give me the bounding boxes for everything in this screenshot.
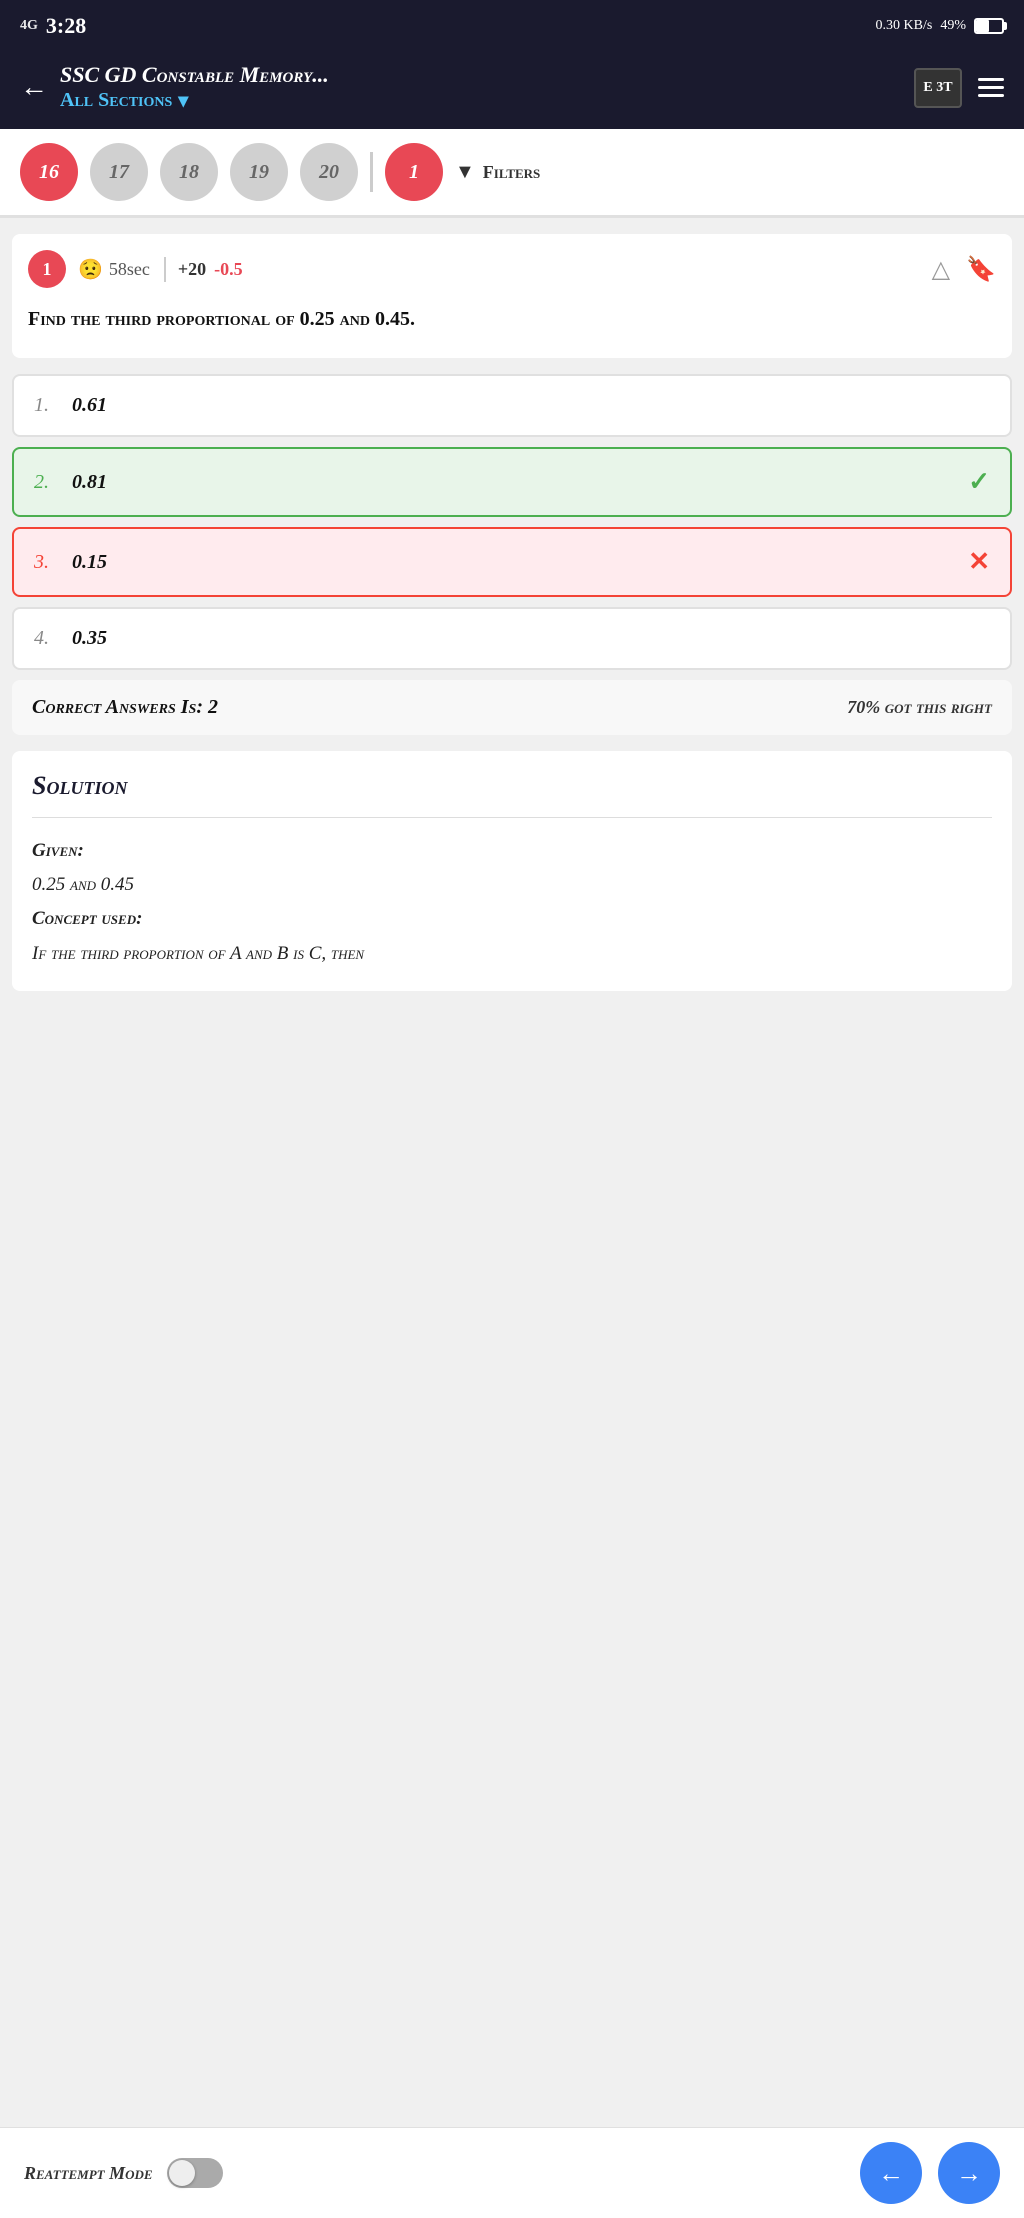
q-pill-18[interactable]: 18 — [160, 143, 218, 201]
option-4-number: 4. — [34, 627, 58, 650]
solution-divider — [32, 817, 992, 818]
option-3[interactable]: 3. 0.15 ✕ — [12, 527, 1012, 597]
question-meta: 1 😟 58sec +20 -0.5 △ 🔖 — [28, 250, 996, 288]
alert-icon[interactable]: △ — [932, 255, 950, 284]
status-left: 4G 3:28 — [20, 13, 86, 39]
question-nav: 16 17 18 19 20 1 ▼ Filters — [0, 129, 1024, 218]
result-summary: Correct Answers Is: 2 70% got this right — [12, 680, 1012, 735]
question-card: 1 😟 58sec +20 -0.5 △ 🔖 Find the third pr… — [12, 234, 1012, 358]
toggle-knob — [169, 2160, 195, 2186]
nav-buttons: ← → — [860, 2142, 1000, 2204]
option-4[interactable]: 4. 0.35 — [12, 607, 1012, 670]
given-text: 0.25 and 0.45 — [32, 874, 134, 895]
nav-left: ← SSC GD Constable Memory... All Section… — [20, 62, 329, 113]
wrong-cross-icon: ✕ — [968, 547, 990, 577]
given-value: 0.25 and 0.45 — [32, 868, 992, 902]
concept-text-line: If the third proportion of A and B is C,… — [32, 937, 992, 971]
option-3-number: 3. — [34, 551, 58, 574]
score-minus: -0.5 — [214, 259, 243, 280]
option-1-left: 1. 0.61 — [34, 394, 107, 417]
network-speed: 0.30 KB/s — [876, 18, 933, 34]
option-1-number: 1. — [34, 394, 58, 417]
timer-area: 😟 58sec — [78, 257, 166, 282]
score-plus: +20 — [178, 259, 206, 280]
status-right: 0.30 KB/s 49% — [876, 18, 1004, 34]
q-pill-20[interactable]: 20 — [300, 143, 358, 201]
section-label: All Sections — [60, 89, 172, 112]
filter-icon: ▼ — [455, 161, 475, 184]
hamburger-menu[interactable] — [978, 78, 1004, 97]
correct-answer-label: Correct Answers Is: 2 — [32, 696, 218, 719]
filter-label: Filters — [483, 162, 541, 183]
bottom-bar: Reattempt Mode ← → — [0, 2127, 1024, 2218]
option-2[interactable]: 2. 0.81 ✓ — [12, 447, 1012, 517]
q-pill-19[interactable]: 19 — [230, 143, 288, 201]
solution-body: Given: 0.25 and 0.45 Concept used: If th… — [32, 834, 992, 971]
top-nav: ← SSC GD Constable Memory... All Section… — [0, 52, 1024, 129]
options-container: 1. 0.61 2. 0.81 ✓ 3. 0.15 ✕ 4. 0.35 — [12, 374, 1012, 670]
next-question-button[interactable]: → — [938, 2142, 1000, 2204]
score-area: +20 -0.5 — [178, 259, 243, 280]
timer-icon: 😟 — [78, 257, 103, 282]
q-pill-17[interactable]: 17 — [90, 143, 148, 201]
battery-percentage: 49% — [940, 18, 966, 34]
reattempt-area: Reattempt Mode — [24, 2158, 223, 2188]
given-label: Given: — [32, 840, 84, 861]
solution-title: Solution — [32, 771, 992, 801]
nav-subtitle-dropdown[interactable]: All Sections ▾ — [60, 88, 329, 113]
question-text: Find the third proportional of 0.25 and … — [28, 304, 996, 334]
signal-indicator: 4G — [20, 18, 38, 34]
status-bar: 4G 3:28 0.30 KB/s 49% — [0, 0, 1024, 52]
option-1[interactable]: 1. 0.61 — [12, 374, 1012, 437]
status-time: 3:28 — [46, 13, 86, 39]
back-button[interactable]: ← — [20, 72, 48, 104]
concept-line: Concept used: — [32, 902, 992, 936]
option-3-value: 0.15 — [72, 551, 107, 574]
percentage-right: 70% got this right — [847, 697, 992, 718]
option-4-left: 4. 0.35 — [34, 627, 107, 650]
q-pill-16[interactable]: 16 — [20, 143, 78, 201]
option-3-left: 3. 0.15 — [34, 551, 107, 574]
dropdown-arrow-icon: ▾ — [178, 88, 188, 113]
given-line: Given: — [32, 834, 992, 868]
filter-button[interactable]: ▼ Filters — [455, 161, 540, 184]
option-1-value: 0.61 — [72, 394, 107, 417]
nav-divider — [370, 152, 373, 192]
nav-right: E 3T — [914, 68, 1004, 108]
nav-title-area: SSC GD Constable Memory... All Sections … — [60, 62, 329, 113]
correct-checkmark-icon: ✓ — [968, 467, 990, 497]
reattempt-label: Reattempt Mode — [24, 2163, 153, 2184]
timer-value: 58sec — [109, 259, 150, 280]
concept-text: If the third proportion of A and B is C,… — [32, 943, 364, 964]
reattempt-toggle[interactable] — [167, 2158, 223, 2188]
bookmark-icon[interactable]: 🔖 — [966, 255, 996, 284]
question-number-badge: 1 — [28, 250, 66, 288]
option-2-value: 0.81 — [72, 471, 107, 494]
concept-label: Concept used: — [32, 908, 142, 929]
prev-question-button[interactable]: ← — [860, 2142, 922, 2204]
q-pill-1[interactable]: 1 — [385, 143, 443, 201]
battery-icon — [974, 18, 1004, 34]
exam-badge: E 3T — [914, 68, 962, 108]
solution-section: Solution Given: 0.25 and 0.45 Concept us… — [12, 751, 1012, 991]
option-2-left: 2. 0.81 — [34, 471, 107, 494]
option-2-number: 2. — [34, 471, 58, 494]
option-4-value: 0.35 — [72, 627, 107, 650]
nav-title: SSC GD Constable Memory... — [60, 62, 329, 88]
meta-right: △ 🔖 — [932, 255, 996, 284]
